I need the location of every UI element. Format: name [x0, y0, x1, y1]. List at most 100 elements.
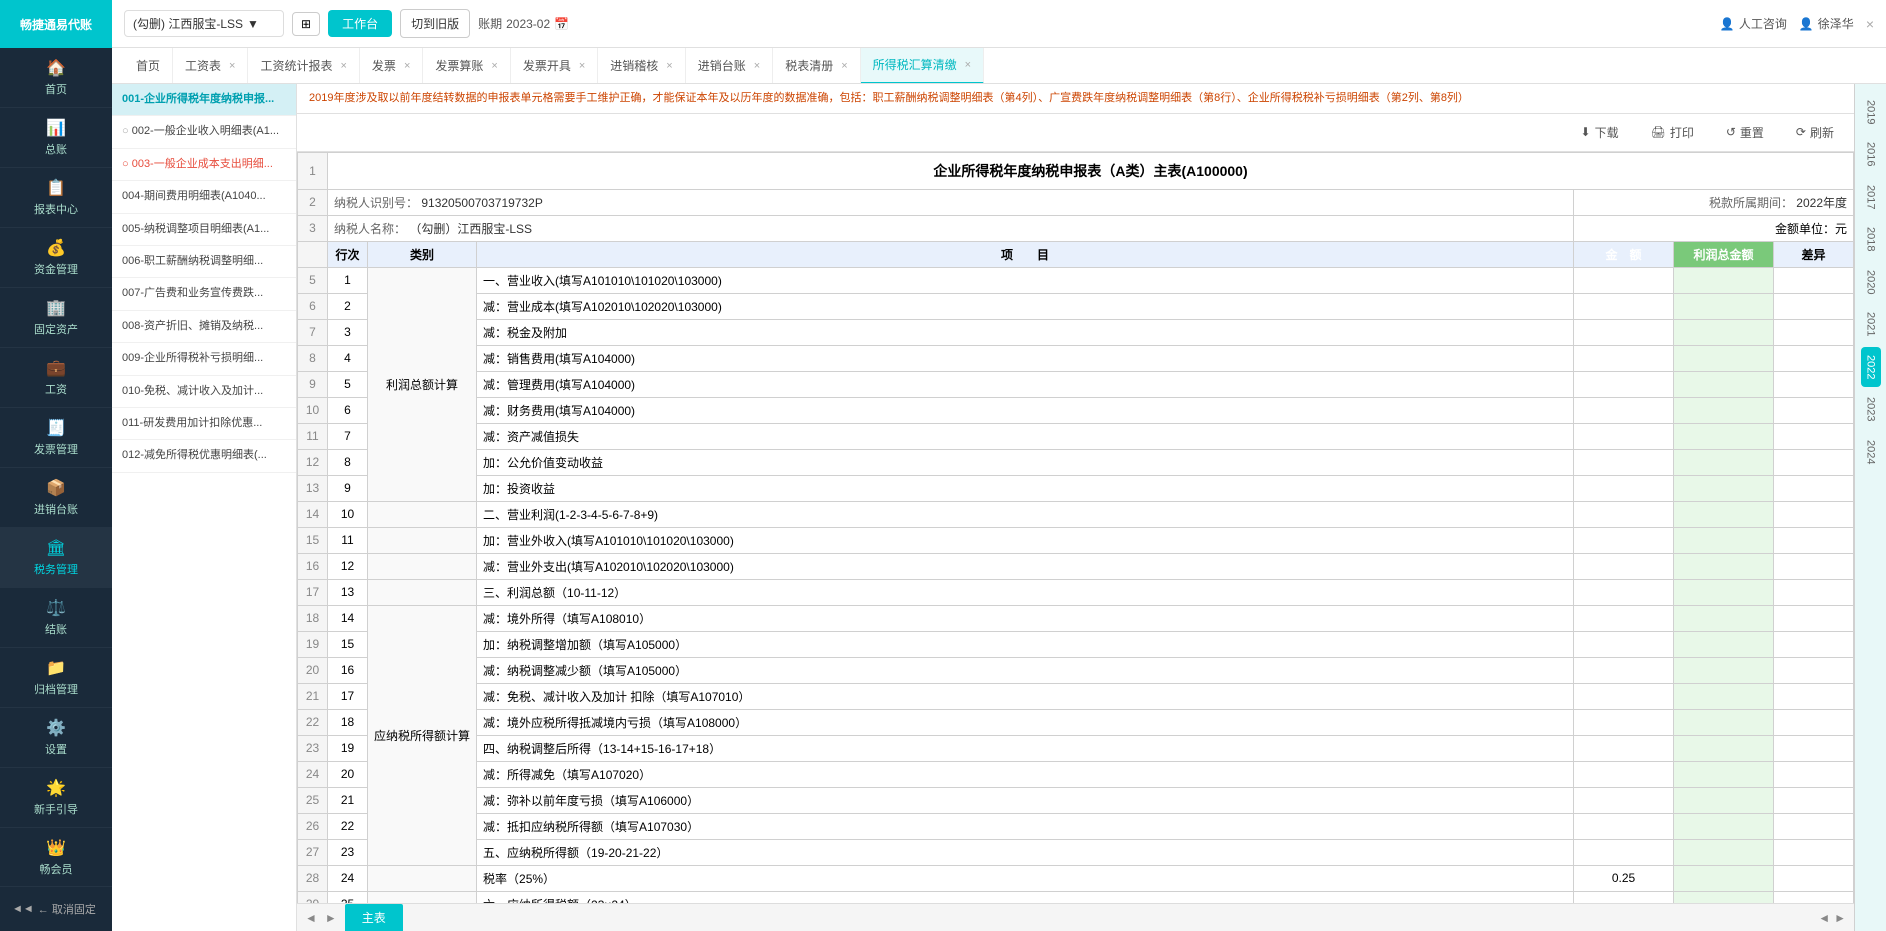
cell-xh-17[interactable]: 17	[328, 683, 368, 709]
cell-xh-22[interactable]: 22	[328, 813, 368, 839]
cell-item-22[interactable]: 减：抵扣应纳税所得额（填写A107030）	[477, 813, 1574, 839]
cell-profit-23[interactable]	[1674, 839, 1774, 865]
cell-profit-13[interactable]	[1674, 579, 1774, 605]
cell-item-18[interactable]: 减：境外应税所得抵减境内亏损（填写A108000）	[477, 709, 1574, 735]
tab-home[interactable]: 首页	[124, 48, 173, 84]
cell-amount-23[interactable]	[1574, 839, 1674, 865]
sidebar-item-guide[interactable]: 🌟 新手引导	[0, 768, 112, 828]
cell-profit-12[interactable]	[1674, 553, 1774, 579]
cell-amount-8[interactable]	[1574, 449, 1674, 475]
sidebar-item-close[interactable]: ⚖️ 结账	[0, 588, 112, 648]
cell-profit-10[interactable]	[1674, 501, 1774, 527]
cell-item-4[interactable]: 减：销售费用(填写A104000)	[477, 345, 1574, 371]
form-item-004[interactable]: 004-期间费用明细表(A1040...	[112, 181, 296, 213]
cell-profit-11[interactable]	[1674, 527, 1774, 553]
sidebar-item-funds[interactable]: 💰 资金管理	[0, 228, 112, 288]
cell-xh-2[interactable]: 2	[328, 293, 368, 319]
user-menu[interactable]: 👤 徐泽华	[1799, 15, 1854, 32]
cell-item-9[interactable]: 加：投资收益	[477, 475, 1574, 501]
cell-xh-12[interactable]: 12	[328, 553, 368, 579]
cell-xh-7[interactable]: 7	[328, 423, 368, 449]
tab-invoice[interactable]: 发票 ×	[360, 48, 423, 84]
cell-amount-20[interactable]	[1574, 761, 1674, 787]
tab-purchase-ledger[interactable]: 进销台账 ×	[686, 48, 773, 84]
sheet-tab-main[interactable]: 主表	[345, 904, 403, 931]
year-2019[interactable]: 2019	[1861, 92, 1881, 132]
cell-item-12[interactable]: 减：营业外支出(填写A102010\102020\103000)	[477, 553, 1574, 579]
cell-diff-23[interactable]	[1774, 839, 1854, 865]
cell-profit-22[interactable]	[1674, 813, 1774, 839]
cell-diff-4[interactable]	[1774, 345, 1854, 371]
cell-diff-2[interactable]	[1774, 293, 1854, 319]
calendar-icon[interactable]: 📅	[554, 17, 569, 31]
cell-xh-9[interactable]: 9	[328, 475, 368, 501]
year-2017[interactable]: 2017	[1861, 177, 1881, 217]
tab-close-tax-table[interactable]: ×	[841, 60, 847, 72]
spreadsheet-container[interactable]: 1 企业所得税年度纳税申报表（A类）主表(A100000) 2 纳税人识别号： …	[297, 152, 1854, 904]
cell-diff-7[interactable]	[1774, 423, 1854, 449]
refresh-button[interactable]: ⟳ 刷新	[1788, 120, 1842, 145]
workbench-button[interactable]: 工作台	[328, 10, 392, 37]
tab-close-payroll[interactable]: ×	[229, 60, 235, 72]
cell-xh-21[interactable]: 21	[328, 787, 368, 813]
download-button[interactable]: ⬇ 下载	[1573, 120, 1627, 145]
year-2022[interactable]: 2022	[1861, 347, 1881, 387]
sheet-nav-right[interactable]: ►	[325, 911, 337, 925]
tab-close-payroll-stats[interactable]: ×	[340, 60, 346, 72]
cell-diff-1[interactable]	[1774, 267, 1854, 293]
cell-amount-24[interactable]: 0.25	[1574, 865, 1674, 891]
cell-diff-5[interactable]	[1774, 371, 1854, 397]
cell-xh-10[interactable]: 10	[328, 501, 368, 527]
cell-diff-10[interactable]	[1774, 501, 1854, 527]
cell-amount-10[interactable]	[1574, 501, 1674, 527]
cell-amount-15[interactable]	[1574, 631, 1674, 657]
print-button[interactable]: 🖨 打印	[1643, 120, 1702, 145]
year-2021[interactable]: 2021	[1861, 304, 1881, 344]
cell-amount-25[interactable]	[1574, 891, 1674, 903]
cell-item-2[interactable]: 减：营业成本(填写A102010\102020\103000)	[477, 293, 1574, 319]
cell-profit-8[interactable]	[1674, 449, 1774, 475]
sheet-nav-left[interactable]: ◄	[305, 911, 317, 925]
year-2020[interactable]: 2020	[1861, 262, 1881, 302]
cell-diff-17[interactable]	[1774, 683, 1854, 709]
cell-diff-18[interactable]	[1774, 709, 1854, 735]
cell-profit-2[interactable]	[1674, 293, 1774, 319]
sidebar-item-member[interactable]: 👑 畅会员	[0, 828, 112, 886]
cell-item-1[interactable]: 一、营业收入(填写A101010\101020\103000)	[477, 267, 1574, 293]
cell-profit-17[interactable]	[1674, 683, 1774, 709]
year-2018[interactable]: 2018	[1861, 219, 1881, 259]
year-2023[interactable]: 2023	[1861, 389, 1881, 429]
cell-diff-19[interactable]	[1774, 735, 1854, 761]
cell-amount-11[interactable]	[1574, 527, 1674, 553]
cell-diff-11[interactable]	[1774, 527, 1854, 553]
cell-item-20[interactable]: 减：所得减免（填写A107020）	[477, 761, 1574, 787]
cell-item-24[interactable]: 税率（25%）	[477, 865, 1574, 891]
cell-diff-16[interactable]	[1774, 657, 1854, 683]
sidebar-item-ledger[interactable]: 📊 总账	[0, 108, 112, 168]
switch-version-button[interactable]: 切到旧版	[400, 9, 470, 38]
cell-diff-9[interactable]	[1774, 475, 1854, 501]
cell-xh-5[interactable]: 5	[328, 371, 368, 397]
cell-xh-8[interactable]: 8	[328, 449, 368, 475]
cell-amount-9[interactable]	[1574, 475, 1674, 501]
cell-xh-19[interactable]: 19	[328, 735, 368, 761]
tab-close-purchase-ledger[interactable]: ×	[754, 60, 760, 72]
cell-profit-4[interactable]	[1674, 345, 1774, 371]
tab-payroll-stats[interactable]: 工资统计报表 ×	[248, 48, 359, 84]
sidebar-item-tax[interactable]: 🏛 税务管理	[0, 528, 112, 588]
cell-amount-22[interactable]	[1574, 813, 1674, 839]
cell-xh-20[interactable]: 20	[328, 761, 368, 787]
sidebar-item-payroll[interactable]: 💼 工资	[0, 348, 112, 408]
cell-profit-18[interactable]	[1674, 709, 1774, 735]
cell-diff-8[interactable]	[1774, 449, 1854, 475]
cell-amount-3[interactable]	[1574, 319, 1674, 345]
cell-xh-23[interactable]: 23	[328, 839, 368, 865]
cell-profit-9[interactable]	[1674, 475, 1774, 501]
cell-amount-17[interactable]	[1574, 683, 1674, 709]
cell-diff-25[interactable]	[1774, 891, 1854, 903]
tab-close-invoice[interactable]: ×	[404, 60, 410, 72]
form-item-008[interactable]: 008-资产折旧、摊销及纳税...	[112, 311, 296, 343]
year-2016[interactable]: 2016	[1861, 134, 1881, 174]
cell-xh-6[interactable]: 6	[328, 397, 368, 423]
sidebar-item-purchase[interactable]: 📦 进销台账	[0, 468, 112, 528]
